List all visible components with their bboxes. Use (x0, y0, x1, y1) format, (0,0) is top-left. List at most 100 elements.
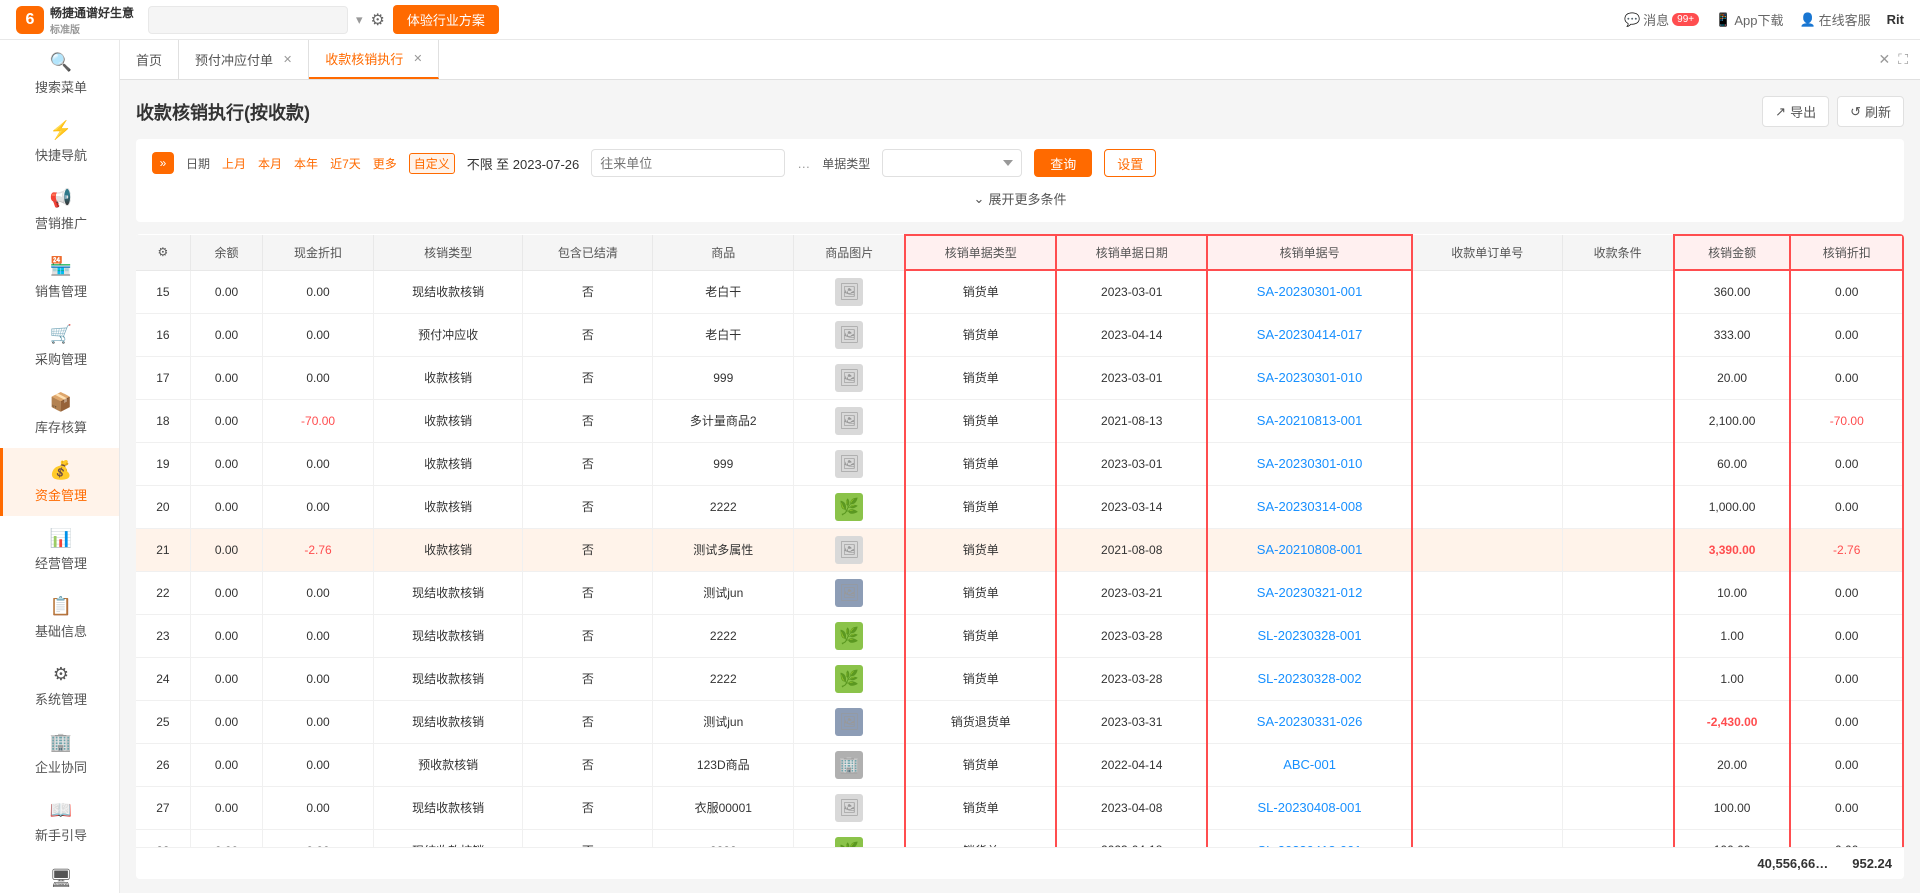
cancel-bill-link[interactable]: SA-20230301-010 (1257, 456, 1363, 471)
sidebar-item-inventory[interactable]: 📦 库存核算 (0, 380, 119, 448)
date-label: 日期 (186, 155, 210, 172)
top-bar-center: ▾ ⚙ 体验行业方案 (148, 5, 1612, 34)
cancel-bill-link[interactable]: SA-20230331-026 (1257, 714, 1363, 729)
sidebar-item-purchase[interactable]: 🛒 采购管理 (0, 312, 119, 380)
header-actions: ↗ 导出 ↺ 刷新 (1762, 96, 1904, 127)
cancel-bill-link[interactable]: SA-20210808-001 (1257, 542, 1363, 557)
table-row: 28 0.00 0.00 现结收款核销 否 2222 🌿 销货单 2023-04… (136, 829, 1903, 847)
message-icon: 💬 (1624, 12, 1640, 28)
prepay-close-icon[interactable]: ✕ (283, 53, 292, 66)
refresh-btn[interactable]: ↺ 刷新 (1837, 96, 1904, 127)
sidebar-item-operations[interactable]: 📊 经营管理 (0, 516, 119, 584)
expand-icon: ⌄ (974, 191, 985, 207)
cancel-bill-link[interactable]: SL-20230408-001 (1258, 800, 1362, 815)
purchase-label: 采购管理 (35, 349, 87, 368)
settings-icon-topbar[interactable]: ⚙ (371, 10, 385, 30)
table-row: 21 0.00 -2.76 收款核销 否 测试多属性 🖼 销货单 2021-08… (136, 528, 1903, 571)
custom-link[interactable]: 自定义 (409, 153, 455, 174)
cancel-bill-link[interactable]: SA-20230301-010 (1257, 370, 1363, 385)
cancel-bill-link[interactable]: SL-20230328-002 (1258, 671, 1362, 686)
last-month-link[interactable]: 上月 (222, 155, 246, 172)
row-collect-order-no (1412, 528, 1562, 571)
operations-icon: 📊 (50, 528, 72, 549)
last7-link[interactable]: 近7天 (330, 155, 361, 172)
sidebar-item-hardware[interactable]: 🖥 智能硬件 (0, 856, 119, 893)
cancel-bill-link[interactable]: SA-20230321-012 (1257, 585, 1363, 600)
window-expand-icon[interactable]: ⛶ (1898, 51, 1908, 68)
row-balance: 0.00 (190, 657, 262, 700)
row-cancel-bill-type: 销货单 (905, 829, 1056, 847)
industry-btn[interactable]: 体验行业方案 (393, 5, 499, 34)
sidebar-item-guide[interactable]: 📖 新手引导 (0, 788, 119, 856)
tab-home[interactable]: 首页 (120, 40, 179, 79)
logo-icon: 6 (16, 6, 44, 34)
window-close-icon[interactable]: ✕ (1878, 51, 1890, 68)
purchase-icon: 🛒 (50, 324, 72, 345)
row-goods-img: 🖼 (794, 528, 906, 571)
row-goods: 999 (653, 356, 794, 399)
cancel-bill-link[interactable]: SL-20230328-001 (1258, 628, 1362, 643)
search-box[interactable] (148, 6, 348, 34)
sidebar-item-system[interactable]: ⚙ 系统管理 (0, 652, 119, 720)
cancel-bill-link[interactable]: SL-20230418-001 (1258, 843, 1362, 847)
partner-input[interactable] (591, 149, 785, 177)
sidebar-item-enterprise[interactable]: 🏢 企业协同 (0, 720, 119, 788)
app-download-btn[interactable]: 📱 App下载 (1715, 10, 1783, 29)
row-cancel-date: 2023-03-01 (1056, 270, 1207, 313)
tab-prepay[interactable]: 预付冲应付单 ✕ (179, 40, 309, 79)
row-cancel-amount: 20.00 (1674, 356, 1791, 399)
cancel-bill-link[interactable]: SA-20210813-001 (1257, 413, 1363, 428)
user-label[interactable]: Rit (1887, 12, 1904, 27)
query-btn[interactable]: 查询 (1034, 149, 1092, 177)
cancel-bill-link[interactable]: SA-20230301-001 (1257, 284, 1363, 299)
row-collect-condition (1562, 829, 1674, 847)
service-btn[interactable]: 👤 在线客服 (1799, 10, 1870, 29)
row-cancel-bill-type: 销货单 (905, 743, 1056, 786)
sidebar-item-quick-nav[interactable]: ⚡ 快捷导航 (0, 108, 119, 176)
finance-label: 资金管理 (35, 485, 87, 504)
row-cash-discount: 0.00 (263, 485, 374, 528)
scroll-wrapper[interactable]: ⚙ 余额 现金折扣 核销类型 包含已结清 商品 商品图片 核销单据类型 核销单据… (136, 234, 1904, 847)
message-btn[interactable]: 💬 消息 99+ (1624, 10, 1699, 29)
partner-dots[interactable]: … (797, 156, 810, 171)
row-cancel-bill-no: SL-20230328-001 (1207, 614, 1412, 657)
sidebar-item-marketing[interactable]: 📢 营销推广 (0, 176, 119, 244)
row-include-settled: 否 (523, 356, 653, 399)
sidebar-item-search[interactable]: 🔍 搜索菜单 (0, 40, 119, 108)
table-row: 16 0.00 0.00 预付冲应收 否 老白干 🖼 销货单 2023-04-1… (136, 313, 1903, 356)
expand-btn[interactable]: ⌄ 展开更多条件 (974, 189, 1067, 208)
settings-btn[interactable]: 设置 (1104, 149, 1156, 177)
row-cancel-amount: 1,000.00 (1674, 485, 1791, 528)
table-row: 26 0.00 0.00 预收款核销 否 123D商品 🏢 销货单 2022-0… (136, 743, 1903, 786)
tab-collect[interactable]: 收款核销执行 ✕ (309, 40, 439, 79)
collect-close-icon[interactable]: ✕ (413, 52, 422, 65)
enterprise-icon: 🏢 (50, 732, 72, 753)
table-footer: 40,556,66… 952.24 (136, 847, 1904, 879)
row-cancel-amount: 10.00 (1674, 571, 1791, 614)
sidebar-item-basic-info[interactable]: 📋 基础信息 (0, 584, 119, 652)
row-balance: 0.00 (190, 270, 262, 313)
inventory-label: 库存核算 (35, 417, 87, 436)
cancel-bill-link[interactable]: SA-20230314-008 (1257, 499, 1363, 514)
cancel-bill-link[interactable]: SA-20230414-017 (1257, 327, 1363, 342)
row-cancel-amount: 1.00 (1674, 657, 1791, 700)
th-cancel-bill-type: 核销单据类型 (905, 235, 1056, 270)
sidebar-item-sales[interactable]: 🏪 销售管理 (0, 244, 119, 312)
this-year-link[interactable]: 本年 (294, 155, 318, 172)
this-month-link[interactable]: 本月 (258, 155, 282, 172)
row-goods-img: 🖼 (794, 700, 906, 743)
bill-type-select[interactable] (882, 149, 1022, 177)
row-cancel-amount: 100.00 (1674, 786, 1791, 829)
page-header: 收款核销执行(按收款) ↗ 导出 ↺ 刷新 (136, 96, 1904, 127)
row-cancel-type: 现结收款核销 (373, 829, 522, 847)
row-id: 19 (136, 442, 190, 485)
th-cash-discount: 现金折扣 (263, 235, 374, 270)
sidebar-item-finance[interactable]: 💰 资金管理 (0, 448, 119, 516)
hardware-icon: 🖥 (50, 868, 73, 889)
export-btn[interactable]: ↗ 导出 (1762, 96, 1829, 127)
filter-arrow-btn[interactable]: » (152, 152, 174, 174)
row-collect-order-no (1412, 485, 1562, 528)
row-balance: 0.00 (190, 743, 262, 786)
cancel-bill-link[interactable]: ABC-001 (1283, 757, 1336, 772)
more-link[interactable]: 更多 (373, 155, 397, 172)
